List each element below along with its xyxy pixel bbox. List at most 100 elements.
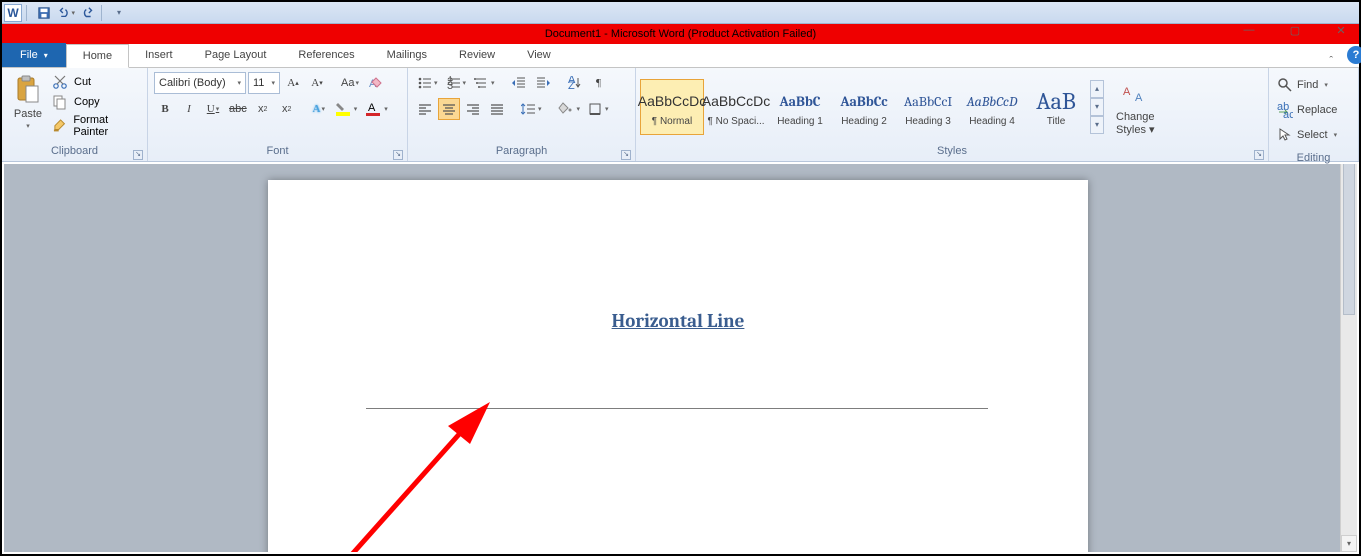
title-bar: Document1 - Microsoft Word (Product Acti… xyxy=(2,24,1359,44)
style-heading-1[interactable]: AaBbCHeading 1 xyxy=(768,79,832,135)
change-styles-label: ChangeStyles ▾ xyxy=(1116,111,1155,135)
qat-customize-icon[interactable]: ▾ xyxy=(110,4,128,22)
font-color-button[interactable]: A xyxy=(362,98,391,120)
shrink-font-button[interactable]: A▾ xyxy=(306,72,328,94)
font-name-combo[interactable]: Calibri (Body)▾ xyxy=(154,72,246,94)
undo-button[interactable] xyxy=(57,4,75,22)
svg-text:Z: Z xyxy=(568,80,575,90)
clear-formatting-button[interactable]: A xyxy=(364,72,386,94)
tab-references[interactable]: References xyxy=(282,43,370,67)
underline-button[interactable]: U xyxy=(202,98,224,120)
align-center-button[interactable] xyxy=(438,98,460,120)
maximize-button[interactable]: ▢ xyxy=(1281,24,1309,37)
paste-button[interactable]: Paste ▾ xyxy=(6,72,50,132)
save-icon[interactable] xyxy=(35,4,53,22)
copy-label: Copy xyxy=(74,96,100,108)
decrease-indent-button[interactable] xyxy=(508,72,530,94)
styles-row-up[interactable]: ▴ xyxy=(1090,80,1104,98)
paragraph-group-label: Paragraph xyxy=(496,145,547,157)
title-text: Document1 - Microsoft Word (Product Acti… xyxy=(545,28,816,40)
increase-indent-button[interactable] xyxy=(532,72,554,94)
select-icon xyxy=(1277,127,1293,143)
svg-text:ac: ac xyxy=(1283,109,1293,118)
scroll-thumb[interactable] xyxy=(1343,164,1355,315)
style-heading-3[interactable]: AaBbCcIHeading 3 xyxy=(896,79,960,135)
ribbon-tabs: File Home Insert Page Layout References … xyxy=(2,44,1359,68)
svg-text:A: A xyxy=(1135,92,1143,104)
style-heading-2[interactable]: AaBbCcHeading 2 xyxy=(832,79,896,135)
style-title[interactable]: AaBTitle xyxy=(1024,79,1088,135)
vertical-scrollbar[interactable]: ▴ ▾ xyxy=(1340,164,1357,552)
style--no-spaci-[interactable]: AaBbCcDc¶ No Spaci... xyxy=(704,79,768,135)
styles-gallery[interactable]: AaBbCcDc¶ NormalAaBbCcDc¶ No Spaci...AaB… xyxy=(640,79,1088,135)
paragraph-dialog-launcher[interactable]: ↘ xyxy=(621,150,631,160)
minimize-ribbon-icon[interactable]: ˆ xyxy=(1329,55,1333,67)
document-page[interactable]: Horizontal Line xyxy=(268,180,1088,552)
style-heading-4[interactable]: AaBbCcDHeading 4 xyxy=(960,79,1024,135)
bullets-button[interactable] xyxy=(414,72,441,94)
align-left-button[interactable] xyxy=(414,98,436,120)
cut-button[interactable]: Cut xyxy=(52,74,143,90)
highlight-button[interactable] xyxy=(332,98,361,120)
font-dialog-launcher[interactable]: ↘ xyxy=(393,150,403,160)
styles-row-down[interactable]: ▾ xyxy=(1090,98,1104,116)
align-right-button[interactable] xyxy=(462,98,484,120)
borders-button[interactable] xyxy=(585,98,612,120)
subscript-button[interactable]: x2 xyxy=(252,98,274,120)
svg-text:A: A xyxy=(1123,86,1131,98)
font-group-label: Font xyxy=(266,145,288,157)
clipboard-dialog-launcher[interactable]: ↘ xyxy=(133,150,143,160)
tab-review[interactable]: Review xyxy=(443,43,511,67)
replace-button[interactable]: abacReplace xyxy=(1275,99,1339,121)
redo-button[interactable] xyxy=(79,4,97,22)
strikethrough-button[interactable]: abc xyxy=(226,98,250,120)
document-heading: Horizontal Line xyxy=(268,310,1088,332)
minimize-button[interactable]: — xyxy=(1235,24,1263,37)
find-icon xyxy=(1277,77,1293,93)
svg-text:A: A xyxy=(368,102,376,114)
ribbon: Paste ▾ Cut Copy Format Painter Clipboar… xyxy=(2,68,1359,162)
tab-home[interactable]: Home xyxy=(66,44,129,68)
superscript-button[interactable]: x2 xyxy=(276,98,298,120)
tab-page-layout[interactable]: Page Layout xyxy=(189,43,283,67)
annotation-arrow xyxy=(330,402,490,552)
paste-label: Paste xyxy=(14,108,42,120)
bold-button[interactable]: B xyxy=(154,98,176,120)
document-area[interactable]: Horizontal Line ▴ ▾ xyxy=(4,164,1357,552)
format-painter-label: Format Painter xyxy=(73,114,143,138)
tab-mailings[interactable]: Mailings xyxy=(371,43,443,67)
tab-file[interactable]: File xyxy=(2,43,66,67)
justify-button[interactable] xyxy=(486,98,508,120)
tab-view[interactable]: View xyxy=(511,43,567,67)
find-button[interactable]: Find▾ xyxy=(1275,74,1339,96)
close-button[interactable]: ✕ xyxy=(1327,24,1355,37)
select-button[interactable]: Select▾ xyxy=(1275,124,1339,146)
change-case-button[interactable]: Aa xyxy=(338,72,362,94)
multilevel-list-button[interactable] xyxy=(471,72,498,94)
change-styles-button[interactable]: AA ChangeStyles ▾ xyxy=(1110,75,1161,137)
sort-button[interactable]: AZ xyxy=(564,72,586,94)
font-size-combo[interactable]: 11▾ xyxy=(248,72,280,94)
editing-group-label: Editing xyxy=(1297,152,1331,164)
italic-button[interactable]: I xyxy=(178,98,200,120)
cut-label: Cut xyxy=(74,76,91,88)
copy-button[interactable]: Copy xyxy=(52,94,143,110)
numbering-button[interactable]: 123 xyxy=(443,72,470,94)
word-logo[interactable]: W xyxy=(4,4,22,22)
quick-access-toolbar: W ▾ xyxy=(2,2,1359,24)
replace-icon: abac xyxy=(1277,102,1293,118)
show-hide-button[interactable]: ¶ xyxy=(588,72,610,94)
scroll-down-button[interactable]: ▾ xyxy=(1341,535,1357,552)
help-icon[interactable]: ? xyxy=(1347,46,1361,64)
format-painter-button[interactable]: Format Painter xyxy=(52,114,143,138)
styles-expand[interactable]: ▾ xyxy=(1090,116,1104,134)
line-spacing-button[interactable] xyxy=(518,98,545,120)
style--normal[interactable]: AaBbCcDc¶ Normal xyxy=(640,79,704,135)
styles-dialog-launcher[interactable]: ↘ xyxy=(1254,150,1264,160)
grow-font-button[interactable]: A▴ xyxy=(282,72,304,94)
text-effects-button[interactable]: A xyxy=(308,98,330,120)
svg-text:3: 3 xyxy=(447,80,453,90)
tab-insert[interactable]: Insert xyxy=(129,43,189,67)
shading-button[interactable] xyxy=(555,98,584,120)
clipboard-group-label: Clipboard xyxy=(51,145,98,157)
